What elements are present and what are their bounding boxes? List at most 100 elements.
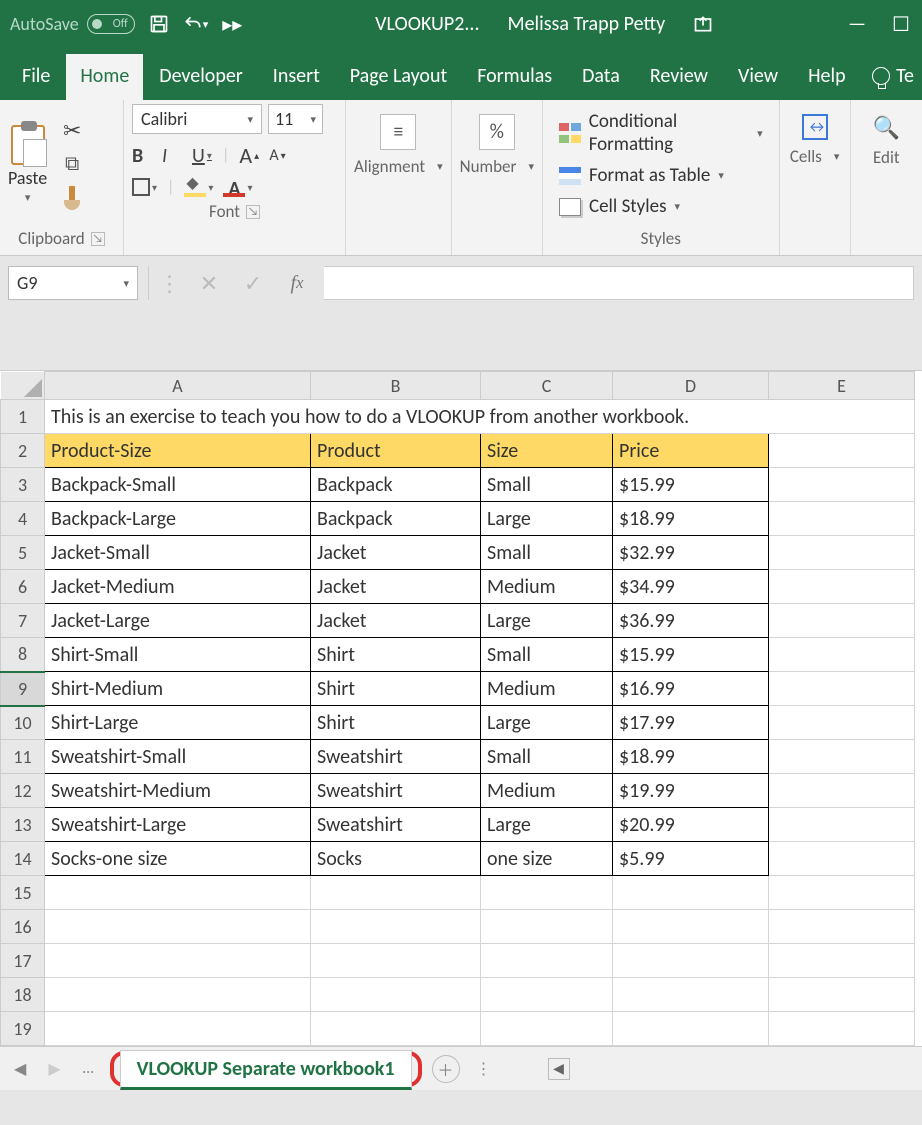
decrease-font-icon[interactable]: A▾: [269, 146, 289, 165]
cell-C13[interactable]: Large: [481, 808, 613, 842]
col-header-C[interactable]: C: [481, 372, 613, 400]
row-header-18[interactable]: 18: [1, 978, 45, 1012]
cell-A3[interactable]: Backpack-Small: [45, 468, 311, 502]
row-header-7[interactable]: 7: [1, 604, 45, 638]
scroll-left-icon[interactable]: ◀: [548, 1058, 570, 1080]
row-header-1[interactable]: 1: [1, 400, 45, 434]
cell-B10[interactable]: Shirt: [311, 706, 481, 740]
formula-input[interactable]: [324, 266, 914, 300]
cell-B3[interactable]: Backpack: [311, 468, 481, 502]
increase-font-icon[interactable]: A▴: [239, 142, 259, 169]
cell-C18[interactable]: [481, 978, 613, 1012]
cell-E16[interactable]: [769, 910, 915, 944]
cell-B9[interactable]: Shirt: [311, 672, 481, 706]
row-header-12[interactable]: 12: [1, 774, 45, 808]
tab-file[interactable]: File: [8, 54, 64, 100]
cell-C6[interactable]: Medium: [481, 570, 613, 604]
cell-A2[interactable]: Product-Size: [45, 434, 311, 468]
bold-button[interactable]: B: [132, 144, 152, 168]
col-header-B[interactable]: B: [311, 372, 481, 400]
tab-view[interactable]: View: [724, 54, 792, 100]
account-name[interactable]: Melissa Trapp Petty: [508, 12, 666, 36]
cell-styles-button[interactable]: Cell Styles▾: [559, 195, 763, 218]
cell-C9[interactable]: Medium: [481, 672, 613, 706]
row-header-9[interactable]: 9: [1, 672, 45, 706]
cell-C5[interactable]: Small: [481, 536, 613, 570]
cell-E11[interactable]: [769, 740, 915, 774]
cell-D11[interactable]: $18.99: [613, 740, 769, 774]
borders-button[interactable]: ▾: [132, 178, 157, 196]
cell-C16[interactable]: [481, 910, 613, 944]
cell-C7[interactable]: Large: [481, 604, 613, 638]
cell-A15[interactable]: [45, 876, 311, 910]
cell-C15[interactable]: [481, 876, 613, 910]
cell-A16[interactable]: [45, 910, 311, 944]
cell-D17[interactable]: [613, 944, 769, 978]
font-size-selector[interactable]: 11▾: [268, 104, 323, 134]
italic-button[interactable]: I: [162, 144, 182, 168]
sheet-nav-more-icon[interactable]: …: [77, 1055, 100, 1082]
tab-formulas[interactable]: Formulas: [463, 54, 566, 100]
formula-options-icon[interactable]: ⋮: [148, 266, 182, 300]
select-all-corner[interactable]: [1, 372, 45, 400]
copy-icon[interactable]: [59, 152, 85, 176]
cells-dropdown-icon[interactable]: ▾: [834, 150, 840, 163]
enter-formula-icon[interactable]: ✓: [236, 266, 270, 300]
cell-D9[interactable]: $16.99: [613, 672, 769, 706]
cell-D18[interactable]: [613, 978, 769, 1012]
cell-E17[interactable]: [769, 944, 915, 978]
row-header-10[interactable]: 10: [1, 706, 45, 740]
cell-D13[interactable]: $20.99: [613, 808, 769, 842]
cell-C3[interactable]: Small: [481, 468, 613, 502]
cell-B19[interactable]: [311, 1012, 481, 1046]
row-header-19[interactable]: 19: [1, 1012, 45, 1046]
tab-insert[interactable]: Insert: [259, 54, 334, 100]
cell-E8[interactable]: [769, 638, 915, 672]
cell-B6[interactable]: Jacket: [311, 570, 481, 604]
cell-C8[interactable]: Small: [481, 638, 613, 672]
cell-A1[interactable]: This is an exercise to teach you how to …: [45, 400, 915, 434]
underline-button[interactable]: U▾: [192, 144, 212, 168]
cell-E9[interactable]: [769, 672, 915, 706]
row-header-6[interactable]: 6: [1, 570, 45, 604]
cell-D19[interactable]: [613, 1012, 769, 1046]
tab-review[interactable]: Review: [636, 54, 722, 100]
cell-A9[interactable]: Shirt-Medium: [45, 672, 311, 706]
number-dropdown-icon[interactable]: ▾: [528, 160, 534, 173]
tell-me-search[interactable]: Te: [872, 54, 914, 100]
row-header-11[interactable]: 11: [1, 740, 45, 774]
cancel-formula-icon[interactable]: ✕: [192, 266, 226, 300]
cell-D7[interactable]: $36.99: [613, 604, 769, 638]
customize-qat-icon[interactable]: ▸▸: [222, 12, 242, 37]
cell-E14[interactable]: [769, 842, 915, 876]
cell-B17[interactable]: [311, 944, 481, 978]
sheet-tab-active[interactable]: VLOOKUP Separate workbook1: [120, 1050, 412, 1090]
col-header-A[interactable]: A: [45, 372, 311, 400]
row-header-16[interactable]: 16: [1, 910, 45, 944]
cell-E2[interactable]: [769, 434, 915, 468]
tab-page-layout[interactable]: Page Layout: [336, 54, 461, 100]
cell-D16[interactable]: [613, 910, 769, 944]
cell-B11[interactable]: Sweatshirt: [311, 740, 481, 774]
format-painter-icon[interactable]: [59, 186, 85, 210]
insert-function-icon[interactable]: fx: [280, 266, 314, 300]
worksheet[interactable]: ABCDE1This is an exercise to teach you h…: [0, 370, 922, 1046]
paste-button[interactable]: Paste ▾: [8, 125, 47, 204]
tab-developer[interactable]: Developer: [145, 54, 257, 100]
row-header-17[interactable]: 17: [1, 944, 45, 978]
cell-B16[interactable]: [311, 910, 481, 944]
cell-B8[interactable]: Shirt: [311, 638, 481, 672]
cell-E5[interactable]: [769, 536, 915, 570]
row-header-2[interactable]: 2: [1, 434, 45, 468]
sheet-stats-icon[interactable]: ⋮: [470, 1055, 498, 1083]
cell-A7[interactable]: Jacket-Large: [45, 604, 311, 638]
tab-data[interactable]: Data: [568, 54, 634, 100]
format-as-table-button[interactable]: Format as Table▾: [559, 164, 763, 187]
row-header-5[interactable]: 5: [1, 536, 45, 570]
sheet-nav-next-icon[interactable]: ▶: [42, 1055, 66, 1083]
cell-A19[interactable]: [45, 1012, 311, 1046]
tab-home[interactable]: Home: [66, 54, 143, 100]
sheet-nav-prev-icon[interactable]: ◀: [8, 1055, 32, 1083]
cell-D5[interactable]: $32.99: [613, 536, 769, 570]
cell-D4[interactable]: $18.99: [613, 502, 769, 536]
